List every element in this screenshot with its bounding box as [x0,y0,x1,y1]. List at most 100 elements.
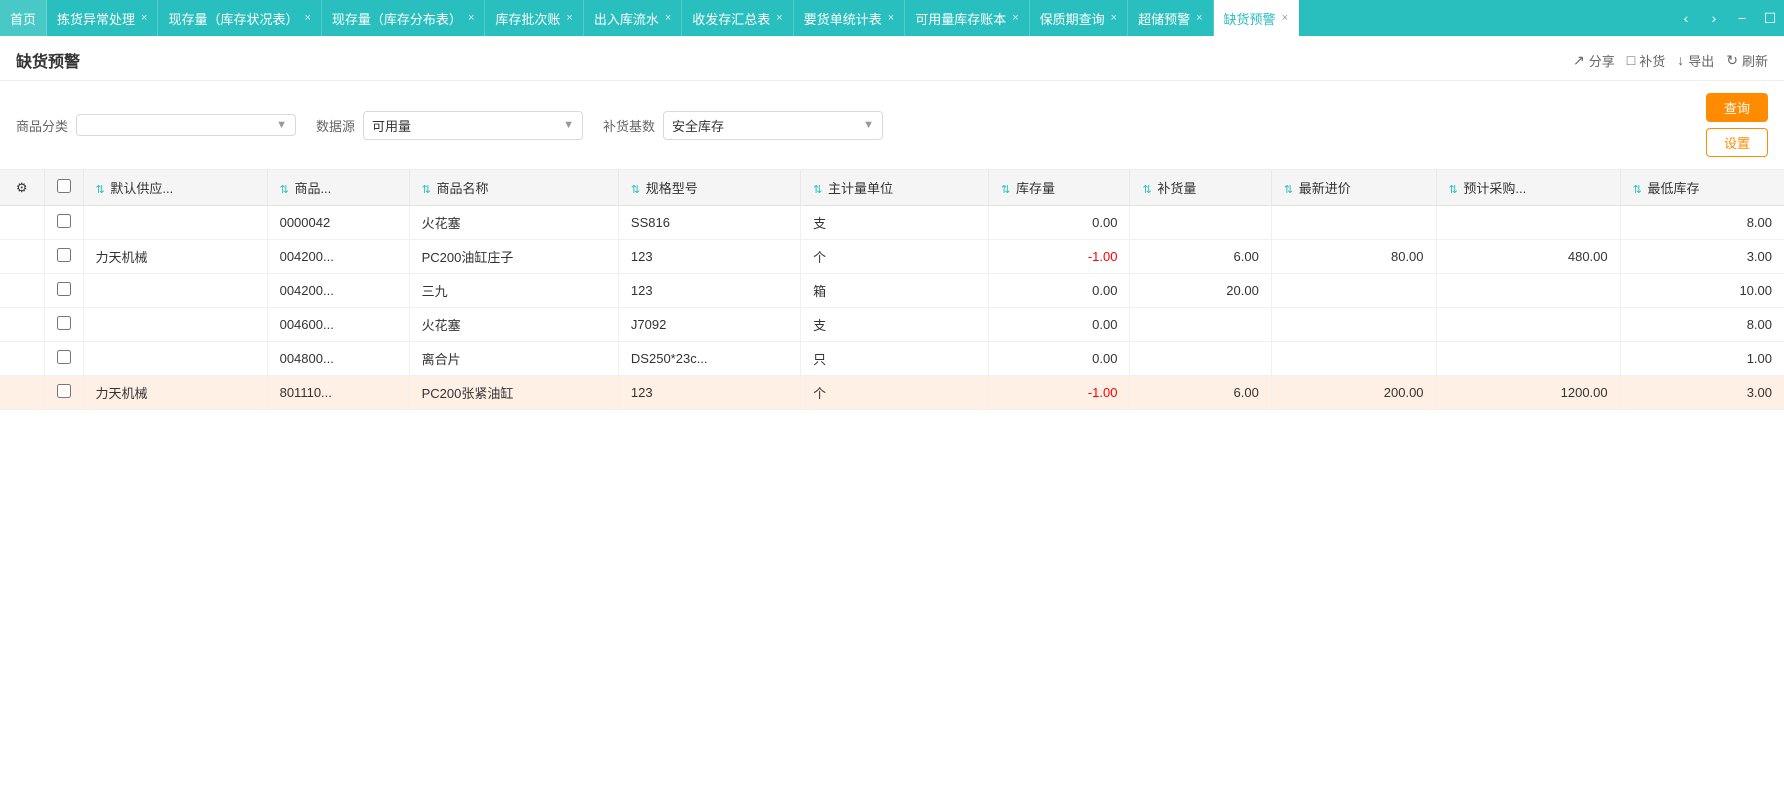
tab-lian-huo[interactable]: 拣货异常处理 × [47,0,158,36]
tab-xianzun-status[interactable]: 现存量（库存状况表） × [158,0,321,36]
th-est-purchase[interactable]: ⇅ 预计采购... [1436,170,1620,206]
cell-product-code: 004600... [267,308,409,342]
settings-button[interactable]: 设置 [1706,128,1768,157]
tab-order-stats[interactable]: 要货单统计表 × [794,0,905,36]
tab-receipt-summary-close[interactable]: × [776,12,782,24]
datasource-select[interactable]: 可用量 ▼ [363,111,583,140]
tab-kucun-batch-close[interactable]: × [566,12,572,24]
tab-order-stats-label: 要货单统计表 [804,9,882,28]
th-unit[interactable]: ⇅ 主计量单位 [801,170,989,206]
row-checkbox-cell [44,308,83,342]
tab-receipt-summary[interactable]: 收发存汇总表 × [682,0,793,36]
cell-unit: 支 [801,308,989,342]
row-gear-cell [0,308,44,342]
sort-icon-stock: ⇅ [1001,184,1010,196]
filter-bar: 商品分类 ▼ 数据源 可用量 ▼ 补货基数 安全库存 ▼ 查询 设置 [0,81,1784,170]
th-stock[interactable]: ⇅ 库存量 [989,170,1130,206]
tab-maximize[interactable]: ☐ [1756,0,1784,36]
cell-spec: SS816 [618,206,800,240]
replenish-button[interactable]: □ 补货 [1627,51,1665,70]
row-checkbox[interactable] [57,248,71,262]
cell-spec: 123 [618,240,800,274]
row-checkbox[interactable] [57,384,71,398]
tab-overstock[interactable]: 超储预警 × [1128,0,1213,36]
refresh-button[interactable]: ↻ 刷新 [1726,51,1768,70]
category-select[interactable]: ▼ [76,114,296,136]
tab-nav-controls: ‹ › − ☐ [1672,0,1784,36]
replenish-basis-dropdown-icon: ▼ [863,119,874,131]
cell-product-code: 0000042 [267,206,409,240]
tab-expiry-query-close[interactable]: × [1111,12,1117,24]
tab-home-label: 首页 [10,9,36,28]
sort-icon-replenish: ⇅ [1142,184,1151,196]
th-latest-price[interactable]: ⇅ 最新进价 [1271,170,1436,206]
tab-minimize[interactable]: − [1728,0,1756,36]
tab-scroll-right[interactable]: › [1700,0,1728,36]
th-min-stock[interactable]: ⇅ 最低库存 [1620,170,1784,206]
th-default-supplier-label: 默认供应... [110,181,173,196]
row-checkbox[interactable] [57,282,71,296]
tab-order-stats-close[interactable]: × [888,12,894,24]
table-row: 力天机械004200...PC200油缸庄子123个-1.006.0080.00… [0,240,1784,274]
cell-est-purchase: 1200.00 [1436,376,1620,410]
query-button[interactable]: 查询 [1706,93,1768,122]
select-all-checkbox[interactable] [57,179,71,193]
tab-shortage[interactable]: 缺货预警 × [1214,0,1299,36]
tab-kucun-batch[interactable]: 库存批次账 × [485,0,583,36]
share-label: 分享 [1589,51,1615,70]
th-product-code[interactable]: ⇅ 商品... [267,170,409,206]
tab-lian-huo-close[interactable]: × [141,12,147,24]
tab-inout-flow-close[interactable]: × [665,12,671,24]
cell-latest-price [1271,206,1436,240]
tab-available-ledger-close[interactable]: × [1012,12,1018,24]
row-checkbox[interactable] [57,214,71,228]
tab-overstock-close[interactable]: × [1196,12,1202,24]
tab-xianzun-dist-close[interactable]: × [468,12,474,24]
tab-expiry-query[interactable]: 保质期查询 × [1030,0,1128,36]
row-checkbox-cell [44,206,83,240]
row-checkbox-cell [44,376,83,410]
tab-scroll-left[interactable]: ‹ [1672,0,1700,36]
th-default-supplier[interactable]: ⇅ 默认供应... [83,170,267,206]
cell-spec: 123 [618,376,800,410]
tab-inout-flow[interactable]: 出入库流水 × [584,0,682,36]
export-icon: ↓ [1677,52,1684,68]
th-gear[interactable]: ⚙ [0,170,44,206]
row-gear-cell [0,240,44,274]
replenish-basis-filter-group: 补货基数 安全库存 ▼ [603,111,883,140]
cell-replenish-qty [1130,342,1271,376]
replenish-basis-select[interactable]: 安全库存 ▼ [663,111,883,140]
table-row: 0000042火花塞SS816支0.008.00 [0,206,1784,240]
tab-xianzun-dist[interactable]: 现存量（库存分布表） × [322,0,485,36]
header-actions: ↗ 分享 □ 补货 ↓ 导出 ↻ 刷新 [1573,51,1768,70]
cell-min-stock: 8.00 [1620,308,1784,342]
cell-min-stock: 8.00 [1620,206,1784,240]
th-replenish-qty[interactable]: ⇅ 补货量 [1130,170,1271,206]
export-button[interactable]: ↓ 导出 [1677,51,1714,70]
cell-stock: 0.00 [989,206,1130,240]
tab-inout-flow-label: 出入库流水 [594,9,659,28]
tab-xianzun-status-close[interactable]: × [304,12,310,24]
category-filter-group: 商品分类 ▼ [16,114,296,136]
tab-shortage-close[interactable]: × [1282,12,1288,24]
th-product-name[interactable]: ⇅ 商品名称 [409,170,618,206]
tab-available-ledger[interactable]: 可用量库存账本 × [905,0,1029,36]
cell-replenish-qty: 6.00 [1130,240,1271,274]
cell-spec: J7092 [618,308,800,342]
tab-xianzun-dist-label: 现存量（库存分布表） [332,9,462,28]
th-spec[interactable]: ⇅ 规格型号 [618,170,800,206]
sort-icon-name: ⇅ [422,184,431,196]
table-row: 004600...火花塞J7092支0.008.00 [0,308,1784,342]
cell-replenish-qty: 20.00 [1130,274,1271,308]
replenish-label: 补货 [1639,51,1665,70]
tab-home[interactable]: 首页 [0,0,47,36]
tab-xianzun-status-label: 现存量（库存状况表） [168,9,298,28]
row-checkbox[interactable] [57,350,71,364]
gear-icon: ⚙ [16,180,28,195]
cell-unit: 个 [801,240,989,274]
cell-product-name: 三九 [409,274,618,308]
row-checkbox[interactable] [57,316,71,330]
sort-icon-code: ⇅ [280,184,289,196]
share-button[interactable]: ↗ 分享 [1573,51,1615,70]
cell-product-name: 离合片 [409,342,618,376]
